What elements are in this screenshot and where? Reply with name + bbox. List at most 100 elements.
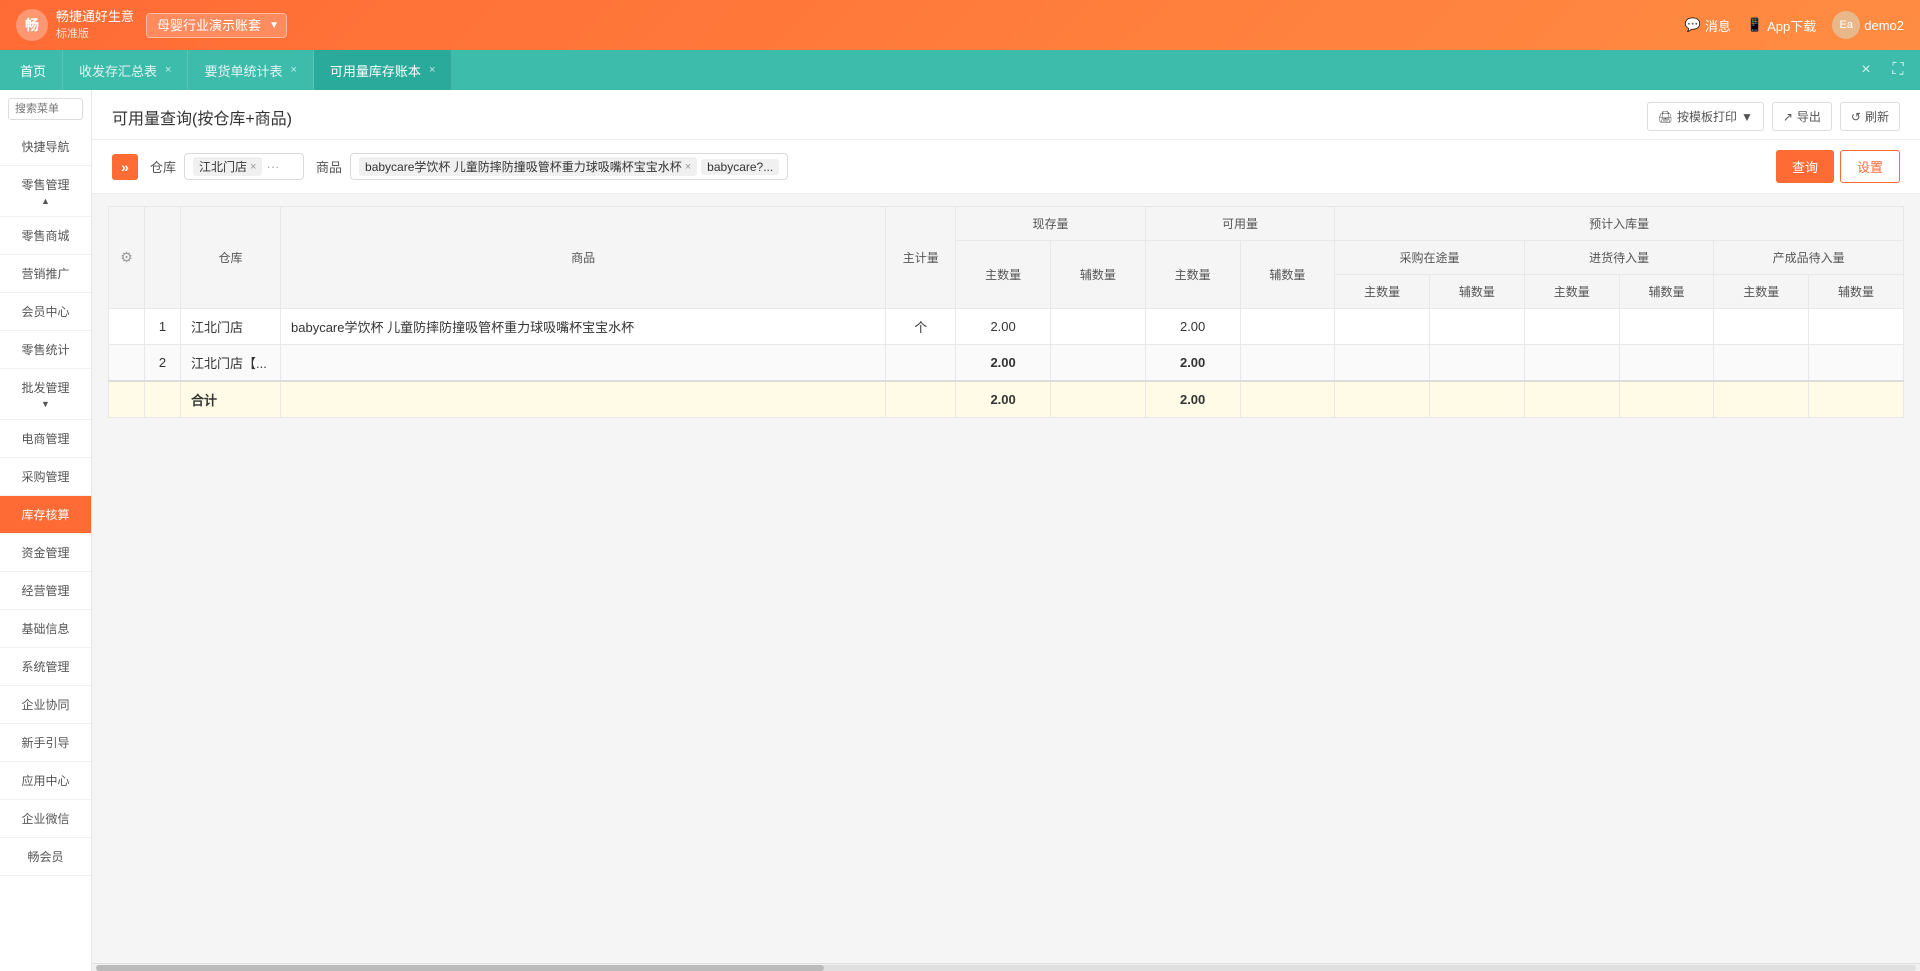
expand-filter-btn[interactable]: » — [112, 154, 138, 180]
refresh-label: 刷新 — [1865, 108, 1889, 125]
th-forecast-in: 预计入库量 — [1335, 207, 1904, 241]
sidebar-item-quick-nav-label: 快捷导航 — [21, 138, 69, 155]
warehouse-tag-jb-remove[interactable]: × — [250, 161, 256, 173]
industry-selector[interactable]: 母婴行业演示账套 ▼ — [146, 13, 287, 38]
row2-unit — [886, 345, 956, 382]
sidebar-item-member-center-label: 会员中心 — [21, 303, 69, 320]
sidebar-item-wholesale-mgmt[interactable]: 批发管理 ▼ — [0, 369, 91, 420]
print-icon: 🖨 — [1658, 110, 1673, 124]
footer-arrival-main — [1524, 381, 1619, 418]
user-profile-btn[interactable]: Ea demo2 — [1832, 11, 1904, 39]
sidebar-item-inventory-check[interactable]: 库存核算 — [0, 496, 91, 534]
export-btn[interactable]: ↗ 导出 — [1772, 102, 1832, 131]
th-product-main: 主数量 — [1714, 275, 1809, 309]
print-label: 按模板打印 — [1677, 108, 1737, 125]
page-header: 可用量查询(按仓库+商品) 🖨 按模板打印 ▼ ↗ 导出 ↺ 刷新 — [92, 90, 1920, 140]
th-stock-aux: 辅数量 — [1050, 241, 1145, 309]
product-tag-babycare2: babycare?... — [701, 159, 779, 175]
sidebar-item-ecommerce-mgmt[interactable]: 电商管理 — [0, 420, 91, 458]
scroll-thumb[interactable] — [96, 965, 824, 971]
tab-expand-btn[interactable]: ⛶ — [1884, 56, 1912, 84]
footer-label: 合计 — [181, 381, 281, 418]
sidebar-item-retail-mgmt[interactable]: 零售管理 ▲ — [0, 166, 91, 217]
sidebar-item-ops-mgmt[interactable]: 经营管理 — [0, 572, 91, 610]
sidebar-item-marketing-label: 营销推广 — [21, 265, 69, 282]
row1-avail-main: 2.00 — [1145, 309, 1240, 345]
message-label: 消息 — [1705, 16, 1731, 35]
th-current-stock: 现存量 — [956, 207, 1146, 241]
th-product-pending: 产成品待入量 — [1714, 241, 1904, 275]
top-bar-right: 💬 消息 📱 App下载 Ea demo2 — [1685, 11, 1904, 39]
th-settings: ⚙ — [109, 207, 145, 309]
sidebar-item-ecommerce-mgmt-label: 电商管理 — [21, 430, 69, 447]
tab-recv-send[interactable]: 收发存汇总表 × — [63, 50, 188, 90]
sidebar-item-basic-info[interactable]: 基础信息 — [0, 610, 91, 648]
export-label: 导出 — [1797, 108, 1821, 125]
query-btn[interactable]: 查询 — [1776, 150, 1834, 183]
sidebar-item-system-mgmt[interactable]: 系统管理 — [0, 648, 91, 686]
row2-settings — [109, 345, 145, 382]
sidebar-item-wholesale-mgmt-label: 批发管理 — [21, 379, 69, 396]
sidebar-item-app-center[interactable]: 应用中心 — [0, 762, 91, 800]
sidebar-item-system-mgmt-label: 系统管理 — [21, 658, 69, 675]
sidebar-item-enterprise-collab[interactable]: 企业协同 — [0, 686, 91, 724]
tab-available-stock-close[interactable]: × — [429, 64, 435, 76]
tab-order-stat[interactable]: 要货单统计表 × — [188, 50, 313, 90]
app-download-btn[interactable]: 📱 App下载 — [1747, 16, 1816, 35]
warehouse-filter-tags[interactable]: 江北门店 × ··· — [184, 153, 304, 180]
th-purchase-in: 采购在途量 — [1335, 241, 1525, 275]
horizontal-scrollbar[interactable] — [92, 963, 1920, 971]
sidebar-item-quick-nav[interactable]: 快捷导航 — [0, 128, 91, 166]
top-bar: 畅 畅捷通好生意 标准版 母婴行业演示账套 ▼ 💬 消息 📱 App下载 Ea … — [0, 0, 1920, 50]
th-purchase-aux: 辅数量 — [1430, 275, 1525, 309]
industry-select-input[interactable]: 母婴行业演示账套 — [146, 13, 287, 38]
table-settings-icon[interactable]: ⚙ — [120, 249, 133, 265]
tab-recv-send-close[interactable]: × — [165, 64, 171, 76]
tab-available-stock[interactable]: 可用量库存账本 × — [314, 50, 452, 90]
sidebar-item-purchase-mgmt[interactable]: 采购管理 — [0, 458, 91, 496]
page-actions: 🖨 按模板打印 ▼ ↗ 导出 ↺ 刷新 — [1647, 102, 1900, 131]
sidebar-item-retail-stat[interactable]: 零售统计 — [0, 331, 91, 369]
tab-controls: × ⛶ — [1852, 50, 1920, 90]
footer-stock-main: 2.00 — [956, 381, 1051, 418]
product-filter-label: 商品 — [316, 157, 342, 176]
sidebar-item-new-guide[interactable]: 新手引导 — [0, 724, 91, 762]
sidebar-item-wholesale-mgmt-arrow: ▼ — [41, 399, 50, 409]
sidebar-search-input[interactable] — [8, 98, 83, 120]
sidebar-item-enterprise-wechat[interactable]: 企业微信 — [0, 800, 91, 838]
sidebar-item-retail-stat-label: 零售统计 — [21, 341, 69, 358]
message-btn[interactable]: 💬 消息 — [1685, 16, 1731, 35]
refresh-btn[interactable]: ↺ 刷新 — [1840, 102, 1900, 131]
settings-btn[interactable]: 设置 — [1840, 150, 1900, 183]
print-btn[interactable]: 🖨 按模板打印 ▼ — [1647, 102, 1764, 131]
footer-product — [281, 381, 886, 418]
table-footer-row: 合计 2.00 2.00 — [109, 381, 1904, 418]
warehouse-filter-more[interactable]: ··· — [266, 159, 279, 174]
product-filter-group: 商品 babycare学饮杯 儿童防摔防撞吸管杯重力球吸嘴杯宝宝水杯 × bab… — [316, 153, 788, 180]
product-filter-tags[interactable]: babycare学饮杯 儿童防摔防撞吸管杯重力球吸嘴杯宝宝水杯 × babyca… — [350, 153, 788, 180]
tab-order-stat-close[interactable]: × — [290, 64, 296, 76]
th-no — [145, 207, 181, 309]
tab-home[interactable]: 首页 — [4, 50, 63, 90]
th-arrival-aux: 辅数量 — [1619, 275, 1714, 309]
th-product: 商品 — [281, 207, 886, 309]
sidebar-item-finance-mgmt-label: 资金管理 — [21, 544, 69, 561]
sidebar-item-retail-store[interactable]: 零售商城 — [0, 217, 91, 255]
sidebar-item-member-center[interactable]: 会员中心 — [0, 293, 91, 331]
footer-purchase-aux — [1430, 381, 1525, 418]
product-tag-babycare-remove[interactable]: × — [685, 161, 691, 173]
sidebar-item-finance-mgmt[interactable]: 资金管理 — [0, 534, 91, 572]
warehouse-tag-jb-text: 江北门店 — [199, 158, 247, 175]
row2-arrival-main — [1524, 345, 1619, 382]
data-table: ⚙ 仓库 商品 主计量 现存量 可用量 预计入库量 主数量 辅数量 主数量 — [108, 206, 1904, 418]
export-icon: ↗ — [1783, 110, 1793, 124]
sidebar-item-new-guide-label: 新手引导 — [21, 734, 69, 751]
message-icon: 💬 — [1685, 17, 1701, 33]
sidebar-search-area — [0, 90, 91, 128]
tab-close-all-btn[interactable]: × — [1852, 56, 1880, 84]
username-label: demo2 — [1864, 18, 1904, 33]
sidebar-item-member[interactable]: 畅会员 — [0, 838, 91, 876]
th-purchase-main: 主数量 — [1335, 275, 1430, 309]
row2-avail-aux — [1240, 345, 1335, 382]
sidebar-item-marketing[interactable]: 营销推广 — [0, 255, 91, 293]
